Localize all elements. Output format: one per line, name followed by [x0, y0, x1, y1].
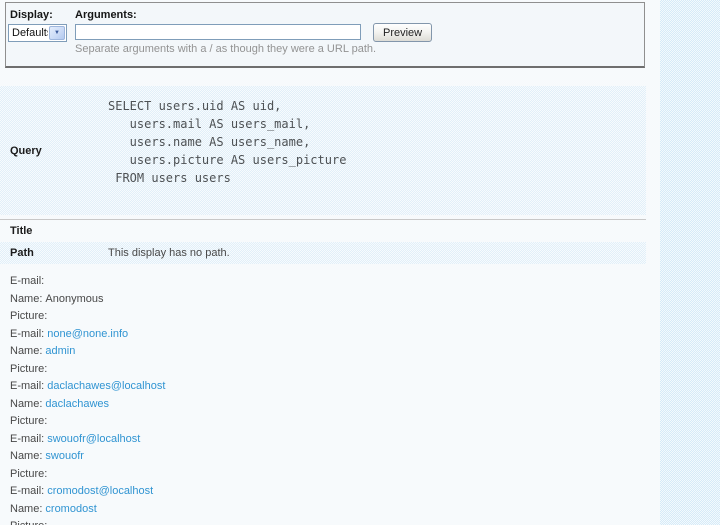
display-label: Display:: [10, 9, 53, 21]
dropdown-arrow-button[interactable]: ▼: [49, 26, 65, 40]
email-field-label: E-mail:: [10, 432, 45, 445]
query-row-label: Query: [10, 144, 42, 157]
display-select-value: Defaults: [12, 27, 48, 39]
field-email-line: E-mail:: [10, 275, 650, 287]
user-name-link[interactable]: cromodost: [45, 503, 96, 515]
field-name-line: Name: cromodost: [10, 503, 650, 515]
title-row-label: Title: [10, 225, 33, 237]
picture-field-label: Picture:: [10, 310, 48, 322]
email-field-label: E-mail:: [10, 380, 45, 392]
field-name-line: Name: Anonymous: [10, 293, 650, 305]
field-email-line: E-mail: daclachawes@localhost: [10, 380, 650, 392]
field-picture-line: Picture:: [10, 468, 650, 480]
arguments-label: Arguments:: [75, 9, 137, 21]
sql-line: users.mail AS users_mail,: [108, 117, 311, 131]
title-row: Title: [0, 219, 646, 242]
sql-line: FROM users users: [108, 171, 231, 185]
path-row-label: Path: [10, 247, 34, 259]
field-email-line: E-mail: swouofr@localhost: [10, 433, 650, 445]
arguments-input[interactable]: [75, 24, 361, 40]
path-row: Path This display has no path.: [0, 242, 646, 264]
picture-field-label: Picture:: [10, 415, 48, 427]
sql-line: users.picture AS users_picture: [108, 153, 347, 167]
page-background-rail: [660, 0, 720, 525]
field-email-line: E-mail: cromodost@localhost: [10, 485, 650, 497]
email-link[interactable]: none@none.info: [47, 328, 128, 340]
email-link[interactable]: daclachawes@localhost: [47, 380, 165, 392]
field-picture-line: Picture:: [10, 363, 650, 375]
field-email-line: E-mail: none@none.info: [10, 328, 650, 340]
sql-line: users.name AS users_name,: [108, 135, 311, 149]
field-name-line: Name: swouofr: [10, 450, 650, 462]
field-picture-line: Picture:: [10, 415, 650, 427]
path-row-value: This display has no path.: [108, 247, 230, 259]
name-value: Anonymous: [45, 292, 104, 305]
email-field-label: E-mail:: [10, 275, 45, 287]
display-select[interactable]: Defaults ▼: [8, 24, 67, 42]
field-name-line: Name: admin: [10, 345, 650, 357]
name-field-label: Name:: [10, 450, 43, 462]
email-field-label: E-mail:: [10, 485, 45, 497]
name-field-label: Name:: [10, 345, 43, 357]
name-field-label: Name:: [10, 502, 43, 515]
views-preview-page: Display: Defaults ▼ Arguments: Preview S…: [0, 0, 720, 525]
field-picture-line: Picture:: [10, 310, 650, 322]
user-name-link[interactable]: daclachawes: [45, 398, 109, 410]
email-link[interactable]: swouofr@localhost: [47, 433, 140, 445]
picture-field-label: Picture:: [10, 520, 47, 525]
preview-results-list: E-mail: Name: Anonymous Picture: E-mail: n…: [10, 275, 650, 525]
name-field-label: Name:: [10, 292, 43, 305]
preview-meta-table: Query SELECT users.uid AS uid, users.mai…: [0, 86, 646, 264]
email-field-label: E-mail:: [10, 327, 45, 340]
arguments-help-text: Separate arguments with a / as though th…: [75, 43, 377, 55]
field-name-line: Name: daclachawes: [10, 398, 650, 410]
email-link[interactable]: cromodost@localhost: [47, 485, 153, 497]
query-row: Query SELECT users.uid AS uid, users.mai…: [0, 86, 646, 215]
picture-field-label: Picture:: [10, 362, 48, 375]
argument-form-panel: Display: Defaults ▼ Arguments: Preview S…: [5, 2, 645, 68]
query-sql: SELECT users.uid AS uid, users.mail AS u…: [108, 86, 346, 215]
sql-line: SELECT users.uid AS uid,: [108, 99, 282, 113]
picture-field-label: Picture:: [10, 467, 48, 480]
name-field-label: Name:: [10, 397, 43, 410]
preview-button[interactable]: Preview: [373, 23, 433, 42]
user-name-link[interactable]: swouofr: [45, 450, 84, 462]
field-picture-line: Picture:: [10, 520, 650, 525]
chevron-down-icon: ▼: [54, 30, 60, 36]
user-name-link[interactable]: admin: [45, 345, 75, 357]
